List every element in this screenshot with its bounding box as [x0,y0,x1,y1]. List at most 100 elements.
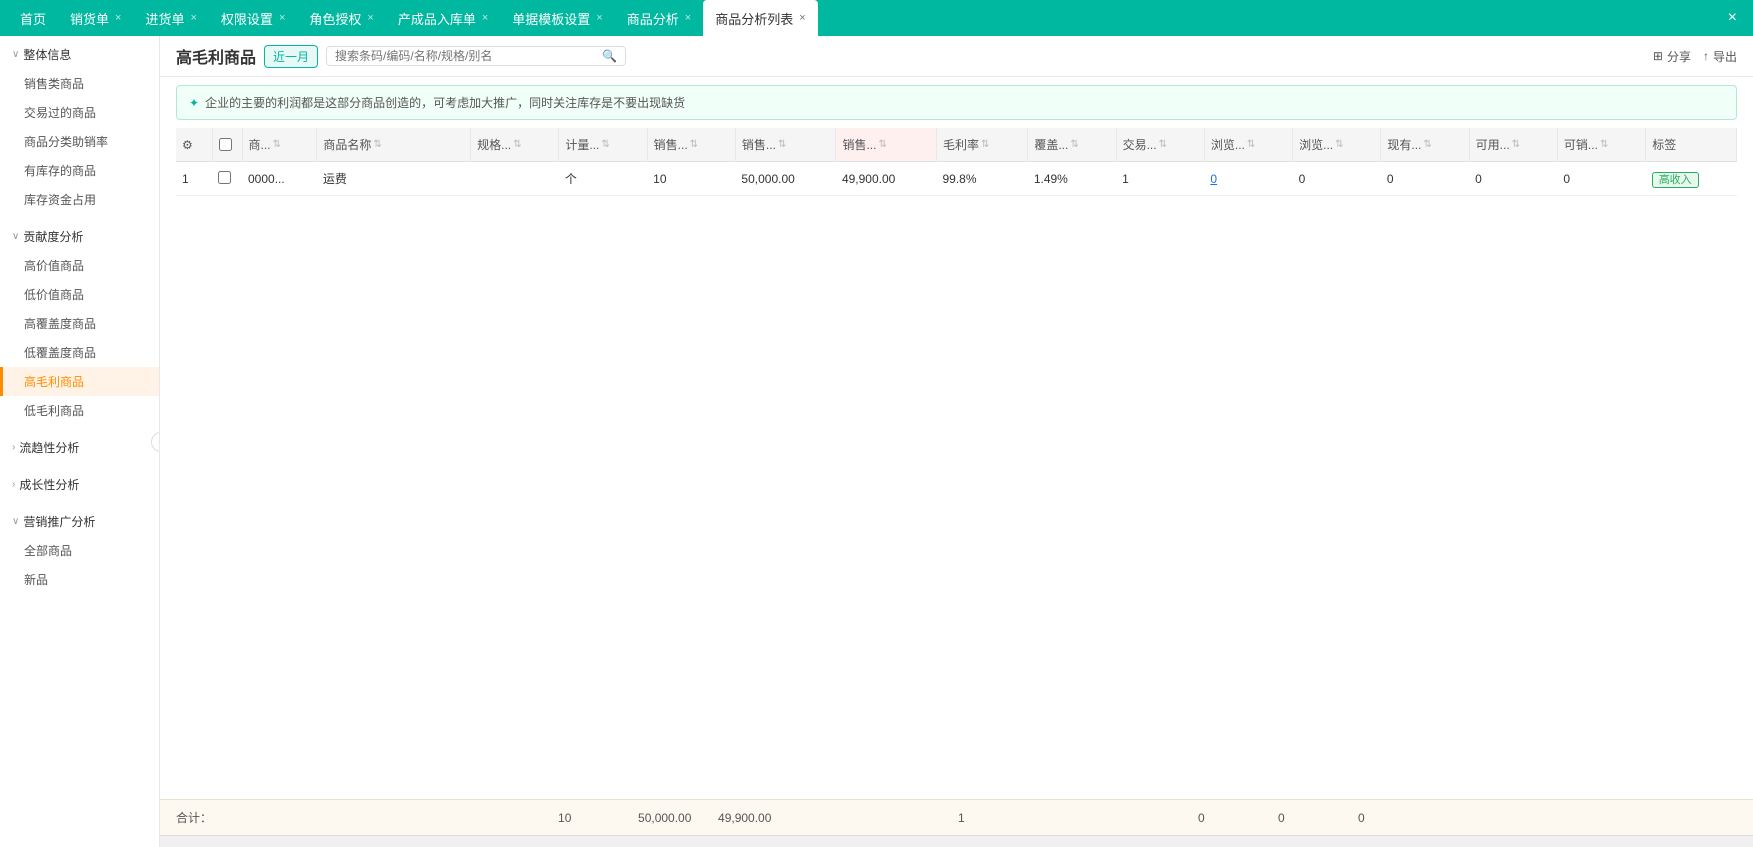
tab-sales-order[interactable]: 销货单 × [58,0,133,36]
sidebar-group-overall-header[interactable]: ∨ 整体信息 [0,40,159,69]
footer-sales-amt: 50,000.00 [632,811,712,825]
col-browse1: 浏览... ⇅ [1204,128,1292,162]
close-icon[interactable]: × [596,12,602,24]
footer-browse1 [1032,811,1112,825]
footer-label: 合计： [176,809,212,826]
col-browse2: 浏览... ⇅ [1293,128,1381,162]
sort-icon[interactable]: ⇅ [513,139,521,150]
cell-tag: 高收入 [1646,162,1737,196]
sort-icon[interactable]: ⇅ [1159,139,1167,150]
close-icon[interactable]: × [685,12,691,24]
sort-icon[interactable]: ⇅ [778,139,786,150]
sidebar-item-in-stock[interactable]: 有库存的商品 [0,156,159,185]
chevron-right-icon: › [12,479,15,490]
col-checkbox [212,128,242,162]
tab-template-settings[interactable]: 单据模板设置 × [500,0,614,36]
col-tag: 标签 [1646,128,1737,162]
sort-icon[interactable]: ⇅ [273,139,281,150]
close-icon[interactable]: × [482,12,488,24]
tag-badge: 高收入 [1652,172,1699,188]
col-available3: 可销... ⇅ [1557,128,1645,162]
share-button[interactable]: ⊞ 分享 [1653,48,1691,65]
chevron-down-icon: ∨ [12,516,19,527]
sidebar: « ∨ 整体信息 销售类商品 交易过的商品 商品分类助销率 有库存的商品 库存资… [0,36,160,847]
sort-icon[interactable]: ⇅ [601,139,609,150]
sidebar-item-high-value[interactable]: 高价值商品 [0,251,159,280]
sidebar-item-low-margin[interactable]: 低毛利商品 [0,396,159,425]
sidebar-item-stock-capital[interactable]: 库存资金占用 [0,185,159,214]
sort-icon[interactable]: ⇅ [373,139,381,150]
export-button[interactable]: ↑ 导出 [1703,48,1737,65]
bottom-scrollbar[interactable] [160,835,1753,847]
cell-sales-profit: 49,900.00 [836,162,937,196]
sort-icon[interactable]: ⇅ [690,139,698,150]
sidebar-item-sales-products[interactable]: 销售类商品 [0,69,159,98]
row-checkbox[interactable] [218,171,231,184]
tab-permission-settings[interactable]: 权限设置 × [209,0,297,36]
cell-available2: 0 [1469,162,1557,196]
footer-gross-rate [792,811,872,825]
sort-icon[interactable]: ⇅ [1247,139,1255,150]
col-sales-profit: 销售... ⇅ [836,128,937,162]
sort-icon[interactable]: ⇅ [981,139,989,150]
chevron-right-icon: › [12,442,15,453]
tab-product-inbound[interactable]: 产成品入库单 × [386,0,500,36]
search-input[interactable] [335,49,602,63]
sort-icon[interactable]: ⇅ [1423,139,1431,150]
col-sales-amt: 销售... ⇅ [735,128,836,162]
sidebar-item-category-rate[interactable]: 商品分类助销率 [0,127,159,156]
tab-home[interactable]: 首页 [8,0,58,36]
cell-available3: 0 [1557,162,1645,196]
footer-available2: 0 [1272,811,1352,825]
col-settings[interactable]: ⚙ [176,128,212,162]
content-header: 高毛利商品 近一月 🔍 ⊞ 分享 ↑ 导出 [160,36,1753,77]
close-icon[interactable]: × [279,12,285,24]
cell-checkbox [212,162,242,196]
footer-transactions: 1 [952,811,1032,825]
sidebar-item-all-products[interactable]: 全部商品 [0,536,159,565]
close-icon[interactable]: × [115,12,121,24]
footer-browse2 [1112,811,1192,825]
sort-icon[interactable]: ⇅ [1070,139,1078,150]
close-icon[interactable]: × [799,12,805,24]
sidebar-group-trend: › 流趋性分析 [0,429,159,466]
cell-gross-rate: 99.8% [936,162,1027,196]
page-title: 高毛利商品 [176,44,256,68]
col-available2: 可用... ⇅ [1469,128,1557,162]
sort-icon[interactable]: ⇅ [1335,139,1343,150]
table-container[interactable]: ⚙ 商... ⇅ [160,128,1753,799]
sidebar-item-new-products[interactable]: 新品 [0,565,159,594]
footer-sales-qty: 10 [552,811,632,825]
tab-role-auth[interactable]: 角色授权 × [297,0,385,36]
select-all-checkbox[interactable] [219,138,232,151]
cell-browse1[interactable]: 0 [1204,162,1292,196]
sidebar-group-contribution-header[interactable]: ∨ 贡献度分析 [0,222,159,251]
sidebar-group-growth-header[interactable]: › 成长性分析 [0,470,159,499]
sort-icon[interactable]: ⇅ [1512,139,1520,150]
sort-icon[interactable]: ⇅ [878,139,886,150]
sidebar-group-trend-header[interactable]: › 流趋性分析 [0,433,159,462]
cell-unit: 个 [559,162,647,196]
sidebar-item-traded-products[interactable]: 交易过的商品 [0,98,159,127]
col-spec: 规格... ⇅ [471,128,559,162]
sort-icon[interactable]: ⇅ [1600,139,1608,150]
close-icon[interactable]: × [190,12,196,24]
window-close-icon[interactable]: × [1720,9,1745,27]
search-box: 🔍 [326,46,626,66]
sidebar-item-high-margin[interactable]: 高毛利商品 [0,367,159,396]
footer-sales-profit: 49,900.00 [712,811,792,825]
info-bar: ✦ 企业的主要的利润都是这部分商品创造的，可考虑加大推广，同时关注库存是不要出现… [176,85,1737,120]
tab-product-analysis-list[interactable]: 商品分析列表 × [703,0,817,36]
search-icon[interactable]: 🔍 [602,49,617,63]
cell-available1: 0 [1381,162,1469,196]
tab-product-analysis[interactable]: 商品分析 × [615,0,703,36]
sidebar-item-low-value[interactable]: 低价值商品 [0,280,159,309]
close-icon[interactable]: × [367,12,373,24]
footer-coverage [872,811,952,825]
sidebar-group-marketing-header[interactable]: ∨ 营销推广分析 [0,507,159,536]
sidebar-item-low-coverage[interactable]: 低覆盖度商品 [0,338,159,367]
sidebar-item-high-coverage[interactable]: 高覆盖度商品 [0,309,159,338]
footer-bar: 合计： 10 50,000.00 49,900.00 1 0 0 0 [160,799,1753,835]
tab-purchase-order[interactable]: 进货单 × [133,0,208,36]
filter-recent-month-button[interactable]: 近一月 [264,45,318,68]
